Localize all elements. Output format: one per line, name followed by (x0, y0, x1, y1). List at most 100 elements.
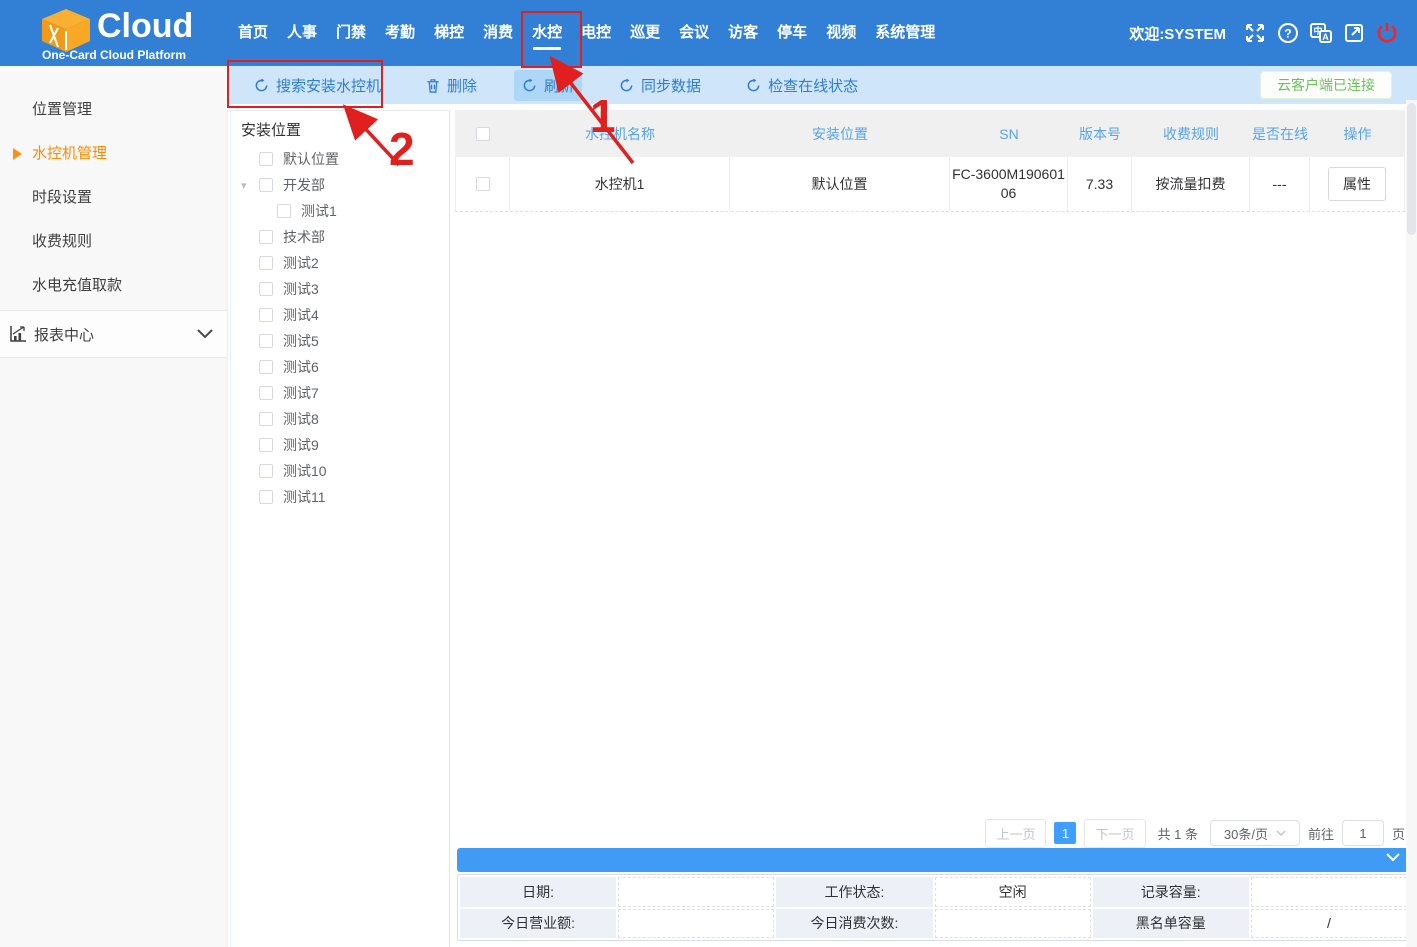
nav-item-water-control[interactable]: 水控 (532, 15, 562, 52)
nav-item-patrol[interactable]: 巡更 (630, 15, 660, 52)
sidebar-item-location-management[interactable]: 位置管理 (0, 88, 227, 132)
checkbox[interactable] (259, 152, 273, 166)
status-label-today-consume-count: 今日消费次数: (776, 909, 932, 939)
sidebar-item-recharge-withdraw[interactable]: 水电充值取款 (0, 264, 227, 308)
toolbar: 搜索安装水控机 删除 刷新 同步数据 检查在线状态 云客户端已连接 (228, 66, 1417, 104)
sidebar-item-time-period-settings[interactable]: 时段设置 (0, 176, 227, 220)
status-label-record-capacity: 记录容量: (1093, 877, 1249, 907)
tree-item-test3[interactable]: 测试3 (231, 276, 449, 302)
refresh-button[interactable]: 刷新 (514, 70, 582, 101)
checkbox[interactable] (259, 334, 273, 348)
logo-subtitle: One-Card Cloud Platform (14, 48, 214, 62)
delete-button[interactable]: 删除 (418, 70, 485, 101)
status-label-work-state: 工作状态: (776, 877, 932, 907)
tree-item-default-location[interactable]: 默认位置 (231, 146, 449, 172)
checkbox[interactable] (259, 256, 273, 270)
checkbox[interactable] (259, 386, 273, 400)
tree-item-test6[interactable]: 测试6 (231, 354, 449, 380)
current-page-button[interactable]: 1 (1054, 822, 1076, 844)
main-nav: 首页 人事 门禁 考勤 梯控 消费 水控 电控 巡更 会议 访客 停车 视频 系… (228, 0, 935, 66)
tree-item-test2[interactable]: 测试2 (231, 250, 449, 276)
sidebar-item-label: 位置管理 (32, 101, 92, 118)
sync-icon (254, 78, 269, 93)
nav-item-consume[interactable]: 消费 (483, 15, 513, 52)
tree-item-label: 测试1 (301, 201, 337, 221)
help-icon[interactable]: ? (1276, 21, 1300, 45)
checkbox[interactable] (259, 490, 273, 504)
nav-item-attendance[interactable]: 考勤 (385, 15, 415, 52)
check-online-status-button[interactable]: 检查在线状态 (738, 70, 866, 101)
status-label-today-revenue: 今日营业额: (460, 909, 616, 939)
status-value-work-state: 空闲 (935, 877, 1091, 907)
sidebar-item-label: 收费规则 (32, 233, 92, 250)
tree-item-dev-dept[interactable]: ▾ 开发部 (231, 172, 449, 198)
checkbox[interactable] (259, 308, 273, 322)
checkbox[interactable] (259, 282, 273, 296)
nav-item-elevator[interactable]: 梯控 (434, 15, 464, 52)
select-all-checkbox[interactable] (476, 127, 490, 141)
nav-item-video[interactable]: 视频 (826, 15, 856, 52)
tree-item-test8[interactable]: 测试8 (231, 406, 449, 432)
active-triangle-icon (13, 148, 22, 160)
tree-item-test11[interactable]: 测试11 (231, 484, 449, 510)
nav-item-parking[interactable]: 停车 (777, 15, 807, 52)
button-label: 检查在线状态 (768, 75, 858, 96)
header-right: 欢迎:SYSTEM ? 中 A (1129, 0, 1399, 66)
goto-page-input[interactable]: 1 (1342, 820, 1384, 846)
checkbox[interactable] (259, 178, 273, 192)
tree-item-test1[interactable]: 测试1 (231, 198, 449, 224)
sidebar-item-water-controller-management[interactable]: 水控机管理 (0, 132, 227, 176)
column-header-action: 操作 (1310, 125, 1405, 143)
tree-item-tech-dept[interactable]: 技术部 (231, 224, 449, 250)
report-chart-icon (8, 324, 28, 344)
tree-item-test4[interactable]: 测试4 (231, 302, 449, 328)
logo-title: Cloud (97, 6, 193, 46)
page-size-select[interactable]: 30条/页 (1210, 820, 1300, 846)
open-new-window-icon[interactable] (1342, 21, 1366, 45)
caret-down-icon[interactable]: ▾ (241, 179, 259, 192)
checkbox[interactable] (259, 230, 273, 244)
row-checkbox[interactable] (476, 177, 490, 191)
tree-item-test5[interactable]: 测试5 (231, 328, 449, 354)
sidebar-item-fee-rules[interactable]: 收费规则 (0, 220, 227, 264)
tree-item-label: 测试2 (283, 253, 319, 273)
nav-item-personnel[interactable]: 人事 (287, 15, 317, 52)
tree-title: 安装位置 (231, 111, 449, 146)
cloud-client-status-button[interactable]: 云客户端已连接 (1260, 71, 1392, 99)
checkbox[interactable] (259, 360, 273, 374)
vertical-scrollbar[interactable] (1406, 100, 1417, 947)
chevron-down-icon (1276, 830, 1286, 836)
next-page-button[interactable]: 下一页 (1084, 819, 1145, 848)
nav-item-electric[interactable]: 电控 (581, 15, 611, 52)
tree-item-test7[interactable]: 测试7 (231, 380, 449, 406)
tree-item-label: 测试5 (283, 331, 319, 351)
fullscreen-icon[interactable] (1243, 21, 1267, 45)
sidebar-item-report-center[interactable]: 报表中心 (0, 310, 227, 358)
nav-item-system[interactable]: 系统管理 (875, 15, 935, 52)
checkbox[interactable] (259, 464, 273, 478)
checkbox[interactable] (259, 438, 273, 452)
column-header-name: 水控机名称 (510, 125, 730, 143)
nav-item-meeting[interactable]: 会议 (679, 15, 709, 52)
logout-power-icon[interactable] (1375, 21, 1399, 45)
translate-icon[interactable]: 中 A (1309, 21, 1333, 45)
search-install-controller-button[interactable]: 搜索安装水控机 (246, 70, 389, 101)
checkbox[interactable] (259, 412, 273, 426)
prev-page-button[interactable]: 上一页 (985, 819, 1046, 848)
checkbox[interactable] (277, 204, 291, 218)
logo: Cloud One-Card Cloud Platform (0, 0, 228, 66)
sync-data-button[interactable]: 同步数据 (611, 70, 709, 101)
tree-item-test9[interactable]: 测试9 (231, 432, 449, 458)
tree-item-label: 技术部 (283, 227, 325, 247)
status-label-date: 日期: (460, 877, 616, 907)
properties-button[interactable]: 属性 (1328, 167, 1386, 201)
top-header: Cloud One-Card Cloud Platform 首页 人事 门禁 考… (0, 0, 1417, 66)
tree-item-test10[interactable]: 测试10 (231, 458, 449, 484)
nav-item-visitor[interactable]: 访客 (728, 15, 758, 52)
button-label: 删除 (447, 75, 477, 96)
scrollbar-thumb[interactable] (1407, 103, 1416, 235)
nav-item-access[interactable]: 门禁 (336, 15, 366, 52)
nav-item-home[interactable]: 首页 (238, 15, 268, 52)
button-label: 搜索安装水控机 (276, 75, 381, 96)
status-collapse-bar[interactable] (457, 848, 1410, 872)
